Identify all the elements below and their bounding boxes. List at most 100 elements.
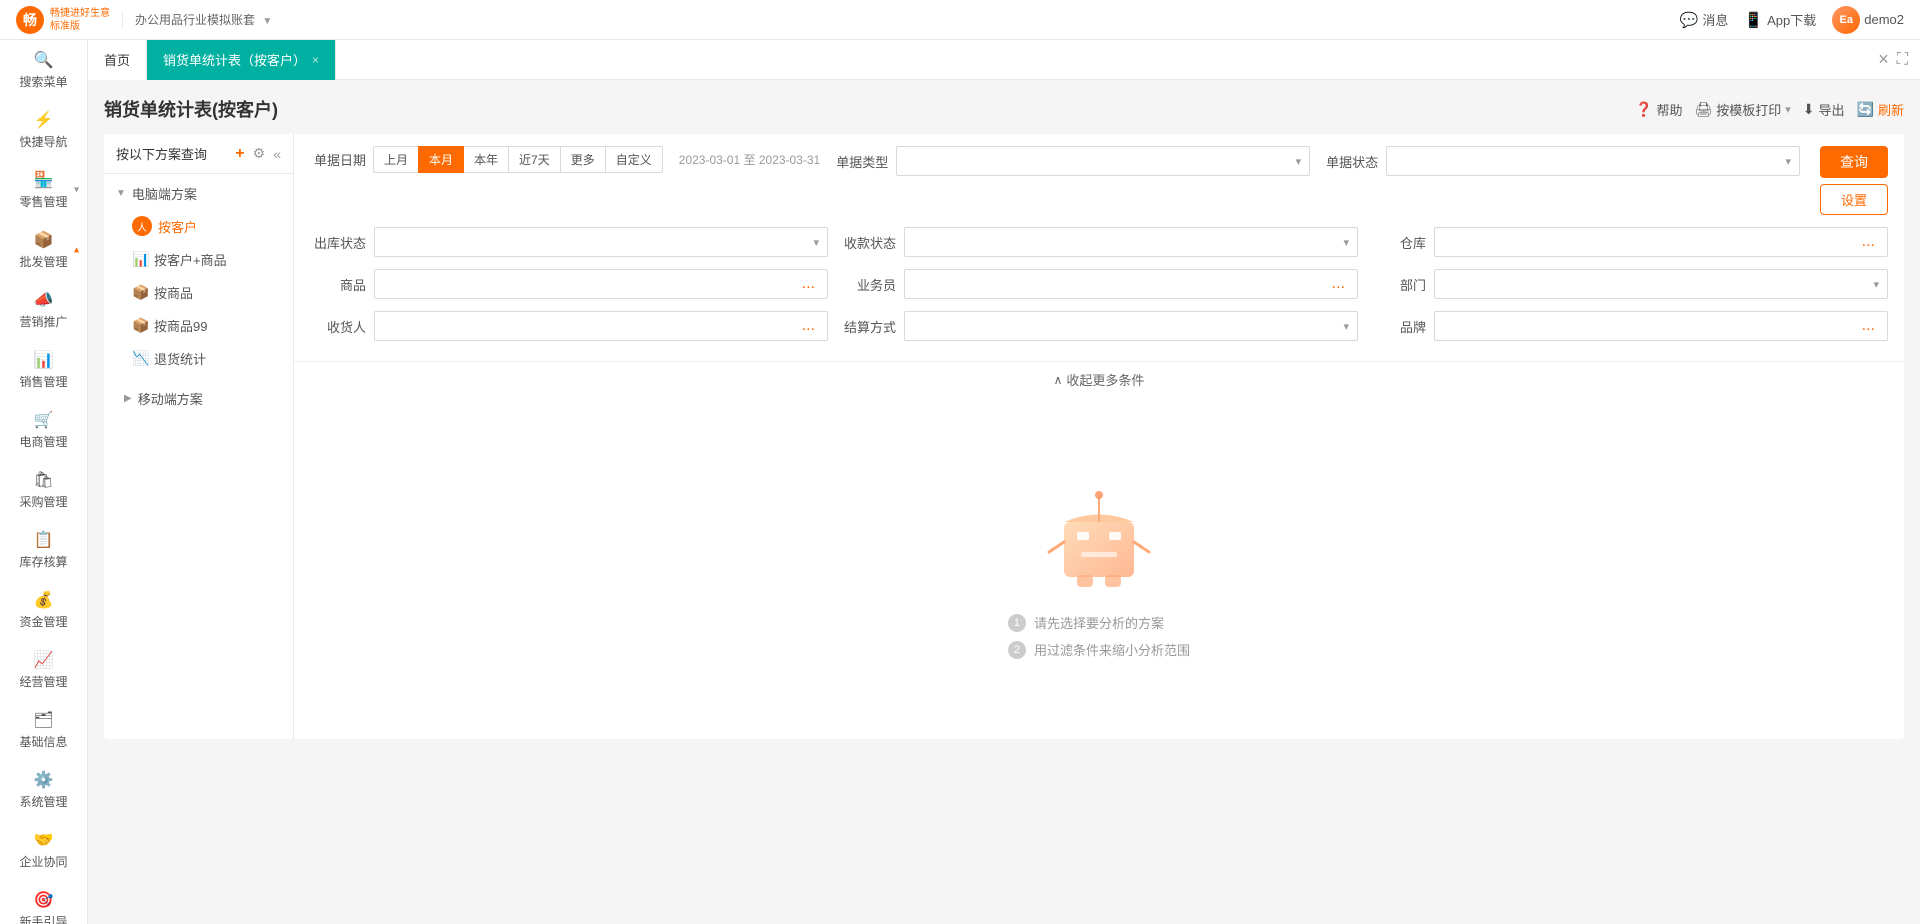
page-inner: 销货单统计表(按客户) ❓ 帮助 🖨 按模板打印 ▾ [88, 80, 1920, 755]
app-download-button[interactable]: 📱 App下载 [1744, 10, 1816, 29]
sidebar-item-purchase[interactable]: 🛍 采购管理 [0, 460, 87, 520]
sidebar-item-business[interactable]: 📈 经营管理 [0, 640, 87, 700]
receive-status-select[interactable]: ▾ [904, 227, 1358, 257]
filter-container: 单据日期 上月 本月 本年 近7天 更多 自定义 [294, 134, 1904, 739]
query-button[interactable]: 查询 [1820, 146, 1888, 178]
settlement-select[interactable]: ▾ [904, 311, 1358, 341]
date-last-month[interactable]: 上月 [373, 146, 419, 173]
tab-maximize-button[interactable]: ⛶ [1897, 51, 1908, 69]
help-icon: ❓ [1635, 101, 1652, 118]
sidebar-item-marketing[interactable]: 📣 营销推广 [0, 280, 87, 340]
sidebar-item-finance[interactable]: 💰 资金管理 [0, 580, 87, 640]
date-custom[interactable]: 自定义 [605, 146, 663, 173]
product-select[interactable]: ... [374, 269, 828, 299]
scheme-settings-button[interactable]: ⚙ [253, 145, 266, 162]
salesperson-dots-button[interactable]: ... [1328, 275, 1349, 293]
brand-dots-button[interactable]: ... [1858, 317, 1879, 335]
tab-bar-actions: × ⛶ [1866, 49, 1920, 70]
page-header: 销货单统计表(按客户) ❓ 帮助 🖨 按模板打印 ▾ [104, 96, 1904, 122]
tab-sales-report[interactable]: 销货单统计表（按客户） × [147, 40, 336, 80]
sidebar-item-cooperation[interactable]: 🤝 企业协同 [0, 820, 87, 880]
breadcrumb-arrow[interactable]: ▼ [262, 16, 272, 27]
scheme-collapse-button[interactable]: « [273, 146, 281, 162]
chevron-icon: ▾ [74, 185, 79, 196]
scheme-group-header-desktop[interactable]: ▼ 电脑端方案 [104, 178, 293, 209]
scheme-group-header-mobile[interactable]: ▶ 移动端方案 [104, 383, 293, 414]
department-arrow-icon: ▾ [1873, 278, 1879, 291]
warehouse-dots-button[interactable]: ... [1858, 233, 1879, 251]
sidebar-item-ecommerce[interactable]: 🛒 电商管理 [0, 400, 87, 460]
out-status-arrow-icon: ▾ [813, 236, 819, 249]
warehouse-select[interactable]: ... [1434, 227, 1888, 257]
refresh-button[interactable]: 🔄 刷新 [1857, 100, 1904, 119]
scheme-item-customer-product[interactable]: 📊 按客户+商品 [104, 243, 293, 276]
scheme-item-customer[interactable]: 人 按客户 [104, 209, 293, 243]
retail-icon: 🏪 [34, 170, 54, 190]
brand-select[interactable]: ... [1434, 311, 1888, 341]
finance-icon: 💰 [34, 590, 54, 610]
scheme-item-return[interactable]: 📉 退货统计 [104, 342, 293, 375]
sidebar-item-newguide[interactable]: 🎯 新手引导 [0, 880, 87, 924]
scheme-item-product99[interactable]: 📦 按商品99 [104, 309, 293, 342]
settlement-arrow-icon: ▾ [1343, 320, 1349, 333]
user-profile[interactable]: Ea demo2 [1832, 6, 1904, 34]
sidebar-item-sales[interactable]: 📊 销售管理 [0, 340, 87, 400]
sidebar-item-search[interactable]: 🔍 搜索菜单 [0, 40, 87, 100]
return-icon: 📉 [132, 350, 148, 367]
tab-close-button[interactable]: × [312, 53, 319, 67]
marketing-icon: 📣 [34, 290, 54, 310]
collapse-bar[interactable]: ∧ 收起更多条件 [294, 361, 1904, 397]
date-last-7[interactable]: 近7天 [508, 146, 561, 173]
scheme-panel: 按以下方案查询 + ⚙ « ▼ 电脑端方案 [104, 134, 294, 739]
tab-home[interactable]: 首页 [88, 40, 147, 80]
date-filter-group: 单据日期 上月 本月 本年 近7天 更多 自定义 [310, 146, 820, 173]
phone-icon: 📱 [1744, 11, 1763, 29]
out-status-select[interactable]: ▾ [374, 227, 828, 257]
out-status-label: 出库状态 [310, 233, 366, 252]
app-container: 畅 畅捷进好生意 标准版 办公用品行业模拟账套 ▼ 💬 消息 📱 App下载 E… [0, 0, 1920, 924]
recipient-group: 收货人 ... [310, 311, 828, 341]
out-status-group: 出库状态 ▾ [310, 227, 828, 257]
product-dots-button[interactable]: ... [798, 275, 819, 293]
product99-icon: 📦 [132, 317, 148, 334]
print-button[interactable]: 🖨 按模板打印 ▾ [1694, 100, 1790, 119]
help-button[interactable]: ❓ 帮助 [1635, 100, 1682, 119]
wholesale-icon: 📦 [34, 230, 54, 250]
empty-illustration [1039, 477, 1159, 597]
salesperson-select[interactable]: ... [904, 269, 1358, 299]
message-button[interactable]: 💬 消息 [1680, 10, 1729, 29]
chart-icon: 📊 [132, 251, 148, 268]
user-icon: 人 [137, 219, 147, 234]
page-actions: ❓ 帮助 🖨 按模板打印 ▾ ⬇ 导出 [1635, 100, 1904, 119]
recipient-dots-button[interactable]: ... [798, 317, 819, 335]
tab-minimize-button[interactable]: × [1878, 49, 1889, 70]
date-this-year[interactable]: 本年 [463, 146, 509, 173]
avatar: Ea [1832, 6, 1860, 34]
doc-type-select[interactable]: ▾ [896, 146, 1310, 176]
recipient-select[interactable]: ... [374, 311, 828, 341]
warehouse-group: 仓库 ... [1370, 227, 1888, 257]
sidebar-item-basic[interactable]: 🗂 基础信息 [0, 700, 87, 760]
salesperson-group: 业务员 ... [840, 269, 1358, 299]
inventory-icon: 📋 [34, 530, 54, 550]
sidebar-item-retail[interactable]: 🏪 零售管理 ▾ [0, 160, 87, 220]
sidebar-item-system[interactable]: ⚙️ 系统管理 [0, 760, 87, 820]
system-icon: ⚙️ [34, 770, 54, 790]
department-select[interactable]: ▾ [1434, 269, 1888, 299]
date-this-month[interactable]: 本月 [418, 146, 464, 173]
doc-status-select[interactable]: ▾ [1386, 146, 1800, 176]
date-more[interactable]: 更多 [560, 146, 606, 173]
hint-num-1: 1 [1008, 614, 1026, 632]
scheme-add-button[interactable]: + [235, 145, 244, 163]
group-arrow-icon: ▼ [116, 188, 126, 199]
main-body: 🔍 搜索菜单 ⚡ 快捷导航 🏪 零售管理 ▾ 📦 批发管理 ▴ 📣 营销推广 [0, 40, 1920, 924]
product-icon: 📦 [132, 284, 148, 301]
scheme-item-product[interactable]: 📦 按商品 [104, 276, 293, 309]
export-button[interactable]: ⬇ 导出 [1803, 100, 1845, 119]
filter-panel: 单据日期 上月 本月 本年 近7天 更多 自定义 [294, 134, 1904, 361]
setting-button[interactable]: 设置 [1820, 184, 1888, 215]
sidebar-item-wholesale[interactable]: 📦 批发管理 ▴ [0, 220, 87, 280]
sidebar-item-inventory[interactable]: 📋 库存核算 [0, 520, 87, 580]
sidebar-item-quicknav[interactable]: ⚡ 快捷导航 [0, 100, 87, 160]
top-header: 畅 畅捷进好生意 标准版 办公用品行业模拟账套 ▼ 💬 消息 📱 App下载 E… [0, 0, 1920, 40]
